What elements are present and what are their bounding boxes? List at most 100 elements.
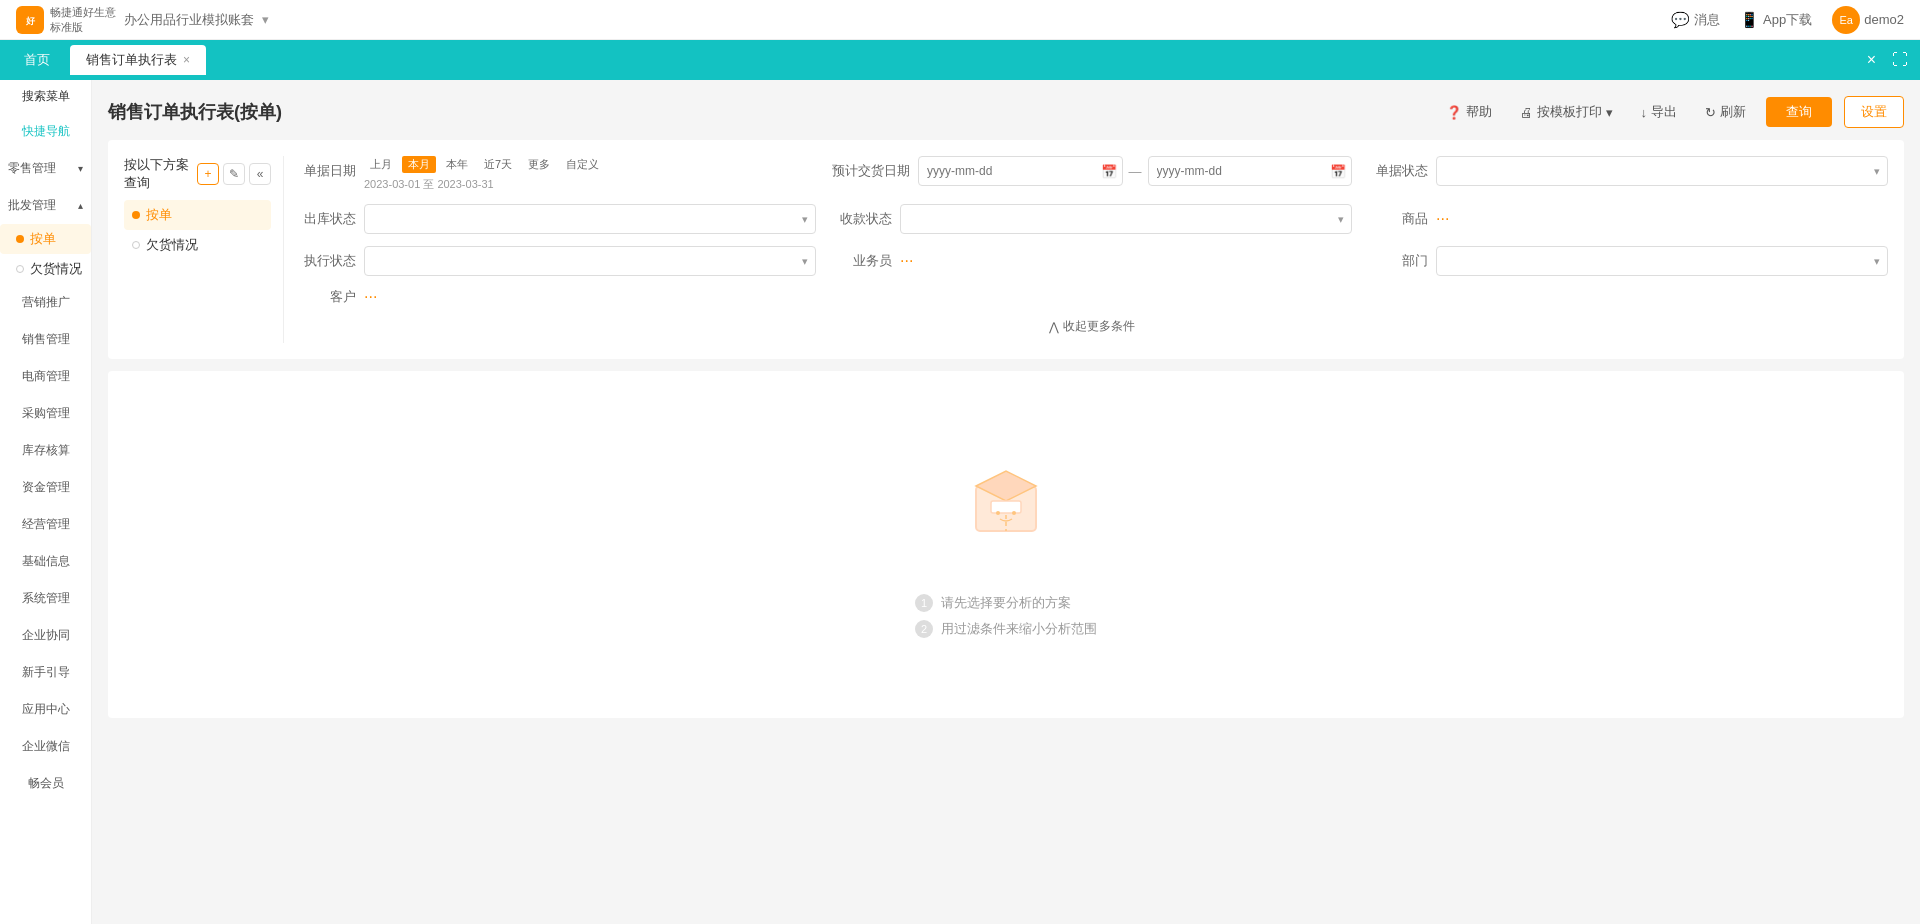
dot-outline-icon bbox=[16, 265, 24, 273]
tab-bar-actions: × ⛶ bbox=[1863, 47, 1912, 73]
salesman-input-wrap: ··· bbox=[900, 252, 1352, 270]
content-area: 销售订单执行表(按单) ❓ 帮助 🖨 按模板打印 ▾ ↓ 导出 bbox=[92, 80, 1920, 924]
logo-icon: 好 bbox=[16, 6, 44, 34]
sidebar-item-marketing[interactable]: 营销推广 bbox=[0, 284, 91, 321]
empty-step-1: 1 请先选择要分析的方案 bbox=[915, 594, 1097, 612]
filter-sidebar-title: 按以下方案查询 bbox=[124, 156, 197, 192]
filter-collapse-button[interactable]: « bbox=[249, 163, 271, 185]
out-state-select[interactable] bbox=[364, 204, 816, 234]
customer-dots-icon[interactable]: ··· bbox=[364, 288, 377, 305]
dept-select[interactable] bbox=[1436, 246, 1888, 276]
empty-step-1-text: 请先选择要分析的方案 bbox=[941, 594, 1071, 612]
sidebar-sub-item-order[interactable]: 按单 bbox=[0, 224, 91, 254]
help-icon: ❓ bbox=[1446, 105, 1462, 120]
salesman-dots-icon[interactable]: ··· bbox=[900, 252, 913, 269]
sidebar-item-retail[interactable]: 零售管理 ▾ bbox=[0, 150, 91, 187]
collapse-up-icon: ⋀ bbox=[1049, 320, 1059, 334]
expected-date-range: 📅 — 📅 bbox=[918, 156, 1352, 186]
dept-field: 部门 ▾ bbox=[1368, 246, 1888, 276]
exec-state-select[interactable] bbox=[364, 246, 816, 276]
sidebar-item-quick-nav[interactable]: 快捷导航 bbox=[0, 113, 91, 150]
step-num-2: 2 bbox=[915, 620, 933, 638]
settings-button[interactable]: 设置 bbox=[1844, 96, 1904, 128]
app-download-label: App下载 bbox=[1763, 11, 1812, 29]
single-state-select[interactable] bbox=[1436, 156, 1888, 186]
sidebar-item-wechat[interactable]: 企业微信 bbox=[0, 728, 91, 765]
salesman-label: 业务员 bbox=[832, 252, 892, 270]
message-icon: 💬 bbox=[1671, 11, 1690, 29]
date-tab-custom[interactable]: 自定义 bbox=[560, 156, 605, 173]
query-button[interactable]: 查询 bbox=[1766, 97, 1832, 127]
expected-date-field: 预计交货日期 📅 — 📅 bbox=[832, 156, 1352, 186]
sidebar-item-member[interactable]: 畅会员 bbox=[0, 765, 91, 802]
date-tab-this-year[interactable]: 本年 bbox=[440, 156, 474, 173]
sidebar-item-ecommerce[interactable]: 电商管理 bbox=[0, 358, 91, 395]
scheme-dot-outline-icon bbox=[132, 241, 140, 249]
exec-state-label: 执行状态 bbox=[296, 252, 356, 270]
tab-expand-button[interactable]: ⛶ bbox=[1888, 47, 1912, 73]
expected-date-label: 预计交货日期 bbox=[832, 162, 910, 180]
header-right: 💬 消息 📱 App下载 Ea demo2 bbox=[1671, 6, 1904, 34]
message-action[interactable]: 💬 消息 bbox=[1671, 11, 1720, 29]
filter-scheme-shortage[interactable]: 欠货情况 bbox=[124, 230, 271, 260]
sidebar-sub-item-shortage[interactable]: 欠货情况 bbox=[0, 254, 91, 284]
svg-rect-5 bbox=[991, 501, 1021, 513]
filter-sidebar: 按以下方案查询 + ✎ « bbox=[124, 156, 284, 343]
receipt-state-field: 收款状态 ▾ bbox=[832, 204, 1352, 234]
sidebar-item-enterprise[interactable]: 企业协同 bbox=[0, 617, 91, 654]
step-num-1: 1 bbox=[915, 594, 933, 612]
print-dropdown-icon: ▾ bbox=[1606, 105, 1613, 120]
empty-icon bbox=[956, 451, 1056, 570]
filter-sidebar-actions: + ✎ « bbox=[197, 163, 271, 185]
receipt-state-select[interactable] bbox=[900, 204, 1352, 234]
export-button[interactable]: ↓ 导出 bbox=[1633, 99, 1686, 125]
sidebar-item-basic-info[interactable]: 基础信息 bbox=[0, 543, 91, 580]
date-tab-7days[interactable]: 近7天 bbox=[478, 156, 518, 173]
filter-add-button[interactable]: + bbox=[197, 163, 219, 185]
collapse-bar[interactable]: ⋀ 收起更多条件 bbox=[296, 310, 1888, 343]
expected-date-start-input[interactable] bbox=[918, 156, 1123, 186]
sidebar-item-system[interactable]: 系统管理 bbox=[0, 580, 91, 617]
refresh-icon: ↻ bbox=[1705, 105, 1716, 120]
user-action[interactable]: Ea demo2 bbox=[1832, 6, 1904, 34]
page-title-bar: 销售订单执行表(按单) ❓ 帮助 🖨 按模板打印 ▾ ↓ 导出 bbox=[108, 96, 1904, 128]
sidebar-item-operations[interactable]: 经营管理 bbox=[0, 506, 91, 543]
top-header: 好 畅捷通好生意 标准版 办公用品行业模拟账套 ▾ 💬 消息 📱 App下载 E… bbox=[0, 0, 1920, 40]
date-tab-last-month[interactable]: 上月 bbox=[364, 156, 398, 173]
exec-state-field: 执行状态 ▾ bbox=[296, 246, 816, 276]
salesman-field: 业务员 ··· bbox=[832, 246, 1352, 276]
tab-current[interactable]: 销售订单执行表 × bbox=[70, 45, 206, 75]
tab-close-icon[interactable]: × bbox=[183, 53, 190, 67]
receipt-state-select-wrap: ▾ bbox=[900, 204, 1352, 234]
export-icon: ↓ bbox=[1641, 105, 1648, 120]
date-tab-this-month[interactable]: 本月 bbox=[402, 156, 436, 173]
filter-edit-button[interactable]: ✎ bbox=[223, 163, 245, 185]
refresh-button[interactable]: ↻ 刷新 bbox=[1697, 99, 1754, 125]
sidebar-item-wholesale[interactable]: 批发管理 ▴ bbox=[0, 187, 91, 224]
out-state-label: 出库状态 bbox=[296, 210, 356, 228]
sidebar-item-search[interactable]: 搜索菜单 bbox=[0, 80, 91, 113]
dot-icon bbox=[16, 235, 24, 243]
date-tab-more[interactable]: 更多 bbox=[522, 156, 556, 173]
expected-date-end-input[interactable] bbox=[1148, 156, 1353, 186]
sidebar-item-finance[interactable]: 资金管理 bbox=[0, 469, 91, 506]
header-left: 好 畅捷通好生意 标准版 办公用品行业模拟账套 ▾ bbox=[16, 5, 269, 34]
app-download-action[interactable]: 📱 App下载 bbox=[1740, 11, 1812, 29]
help-button[interactable]: ❓ 帮助 bbox=[1438, 99, 1500, 125]
tab-close-button[interactable]: × bbox=[1863, 47, 1880, 73]
filter-scheme-order[interactable]: 按单 bbox=[124, 200, 271, 230]
sidebar-item-purchase[interactable]: 采购管理 bbox=[0, 395, 91, 432]
goods-input-wrap: ··· bbox=[1436, 210, 1888, 228]
sidebar-item-app-center[interactable]: 应用中心 bbox=[0, 691, 91, 728]
sidebar-item-inventory[interactable]: 库存核算 bbox=[0, 432, 91, 469]
breadcrumb-dropdown-icon[interactable]: ▾ bbox=[262, 12, 269, 27]
sidebar-item-sales[interactable]: 销售管理 bbox=[0, 321, 91, 358]
single-date-label: 单据日期 bbox=[296, 156, 356, 180]
app-download-icon: 📱 bbox=[1740, 11, 1759, 29]
sidebar: 搜索菜单 快捷导航 零售管理 ▾ 批发管理 ▴ 按单 欠货情况 营销推广 销售管… bbox=[0, 80, 92, 924]
sidebar-item-newbie[interactable]: 新手引导 bbox=[0, 654, 91, 691]
logo-text: 畅捷通好生意 标准版 bbox=[50, 5, 116, 34]
tab-home[interactable]: 首页 bbox=[8, 45, 66, 75]
print-template-button[interactable]: 🖨 按模板打印 ▾ bbox=[1512, 99, 1621, 125]
goods-dots-icon[interactable]: ··· bbox=[1436, 210, 1449, 227]
